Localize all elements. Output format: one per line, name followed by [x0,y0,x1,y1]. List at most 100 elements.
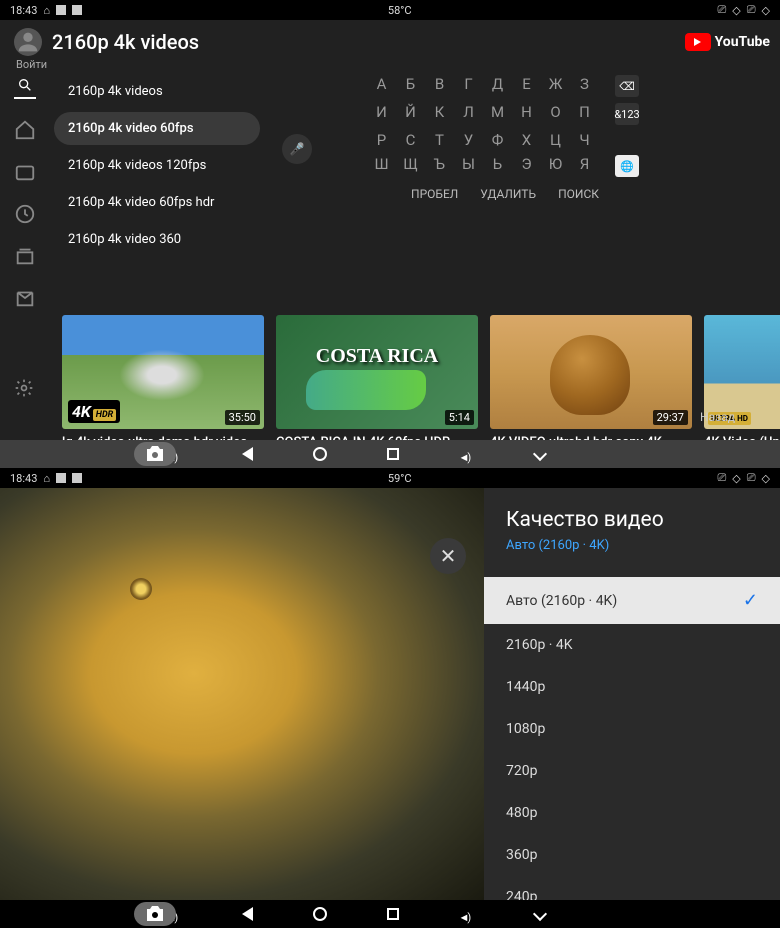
suggestion-item[interactable]: 2160p 4k videos [54,75,260,108]
back-button[interactable] [242,907,253,921]
app-icon [56,5,66,15]
sidebar-history[interactable] [14,203,36,225]
search-results: 35:504KHDRlg 4k video ultra demo hdr vid… [0,309,780,440]
key[interactable]: Ы [458,155,479,173]
sidebar-library[interactable] [14,287,36,309]
key[interactable]: Л [458,103,479,121]
youtube-play-icon [685,33,711,51]
key[interactable]: И [371,103,392,121]
key[interactable]: Р [371,131,392,149]
suggestion-item[interactable]: 2160p 4k videos 120fps [54,149,260,182]
youtube-logo[interactable]: YouTube [685,33,770,51]
keyboard-action[interactable]: ПРОБЕЛ [411,187,458,201]
quality-title: Качество видео [484,508,780,532]
home-button[interactable] [313,907,327,921]
avatar[interactable] [14,28,42,56]
status-time: 18:43 [10,4,37,17]
key[interactable]: К [429,103,450,121]
mic-button[interactable]: 🎤 [282,134,312,164]
suggestion-item[interactable]: 2160p 4k video 60fps [54,112,260,145]
quality-option[interactable]: 2160p · 4K [484,624,780,666]
key[interactable]: Й [400,103,421,121]
home-button[interactable] [313,447,327,461]
video-result[interactable]: 35:504KHDRlg 4k video ultra demo hdr vid… [62,315,264,440]
quality-option[interactable]: 720p [484,750,780,792]
close-button[interactable]: ✕ [430,538,466,574]
suggestion-item[interactable]: 2160p 4k video 60fps hdr [54,186,260,219]
key[interactable]: Х [516,131,537,149]
suggestion-item[interactable]: 2160p 4k video 360 [54,223,260,256]
back-button[interactable] [242,447,253,461]
key[interactable]: В [429,75,450,93]
quality-option[interactable]: 360p [484,834,780,876]
symbols-key[interactable]: &123 [615,103,639,125]
sidebar-settings[interactable] [14,378,34,402]
quality-option[interactable]: 1080p [484,708,780,750]
cast-icon: ⎚ [747,471,756,485]
key[interactable]: Н [516,103,537,121]
key[interactable]: Т [429,131,450,149]
volume-icon[interactable] [459,906,475,922]
camera-button[interactable] [134,442,176,466]
key[interactable]: Г [458,75,479,93]
quality-option[interactable]: 480p [484,792,780,834]
keyboard-action[interactable]: ПОИСК [558,187,599,201]
signin-label[interactable]: Войти [16,58,780,71]
key[interactable]: Ш [371,155,392,173]
key[interactable]: С [400,131,421,149]
recents-button[interactable] [387,448,399,460]
camera-button[interactable] [134,902,176,926]
video-quality-screen: ✕ Качество видео Авто (2160p · 4K) Авто … [0,488,780,900]
key[interactable]: Б [400,75,421,93]
quality-option[interactable]: 1440p [484,666,780,708]
status-bar-2: 18:43 ⌂ 59°C ⎚ ◇ ⎚ ◇ [0,468,780,488]
signal-icon: ◇ [732,4,740,17]
keyboard-action[interactable]: УДАЛИТЬ [480,187,536,201]
key[interactable]: Ю [545,155,566,173]
signal-icon: ◇ [732,472,740,485]
sidebar-home[interactable] [14,119,36,141]
key[interactable]: Ф [487,131,508,149]
key[interactable]: Е [516,75,537,93]
key[interactable]: Ъ [429,155,450,173]
key[interactable]: Я [574,155,595,173]
youtube-search-screen: 2160p 4k videos YouTube Войти 2160p 4k v… [0,20,780,440]
expand-button[interactable] [532,447,546,461]
key[interactable]: З [574,75,595,93]
sidebar-search[interactable] [14,77,36,99]
key[interactable]: П [574,103,595,121]
key[interactable]: О [545,103,566,121]
globe-key[interactable]: 🌐 [615,155,639,177]
recents-button[interactable] [387,908,399,920]
key[interactable]: А [371,75,392,93]
suggestions-list: 2160p 4k videos 2160p 4k video 60fps 2160p… [50,75,260,309]
video-preview[interactable]: ✕ [0,488,484,900]
backspace-key[interactable]: ⌫ [615,75,639,97]
sidebar-subs[interactable] [14,245,36,267]
key[interactable]: Э [516,155,537,173]
expand-button[interactable] [532,907,546,921]
key[interactable]: Ж [545,75,566,93]
key[interactable]: У [458,131,479,149]
system-navbar-2 [0,900,780,928]
key[interactable]: М [487,103,508,121]
signal-icon: ◇ [762,472,770,485]
status-temp: 59°C [82,472,717,485]
home-icon: ⌂ [43,472,50,485]
key[interactable]: Д [487,75,508,93]
home-icon: ⌂ [43,4,50,17]
app-icon [56,473,66,483]
quality-option[interactable]: Авто (2160p · 4K)✓ [484,577,780,624]
key[interactable]: Ц [545,131,566,149]
quality-panel: Качество видео Авто (2160p · 4K) Авто (2… [484,488,780,900]
back-label[interactable]: Назад [700,410,735,424]
volume-icon[interactable] [459,446,475,462]
check-icon: ✓ [743,590,758,611]
key[interactable]: Ь [487,155,508,173]
key[interactable]: Щ [400,155,421,173]
sidebar [0,71,50,309]
video-result[interactable]: 5:14COSTA RICACOSTA RICA IN 4K 60fps HDR… [276,315,478,440]
sidebar-movies[interactable] [14,161,36,183]
video-result[interactable]: 29:374K VIDEO ultrahd hdr sony 4K VIDEOS… [490,315,692,440]
key[interactable]: Ч [574,131,595,149]
